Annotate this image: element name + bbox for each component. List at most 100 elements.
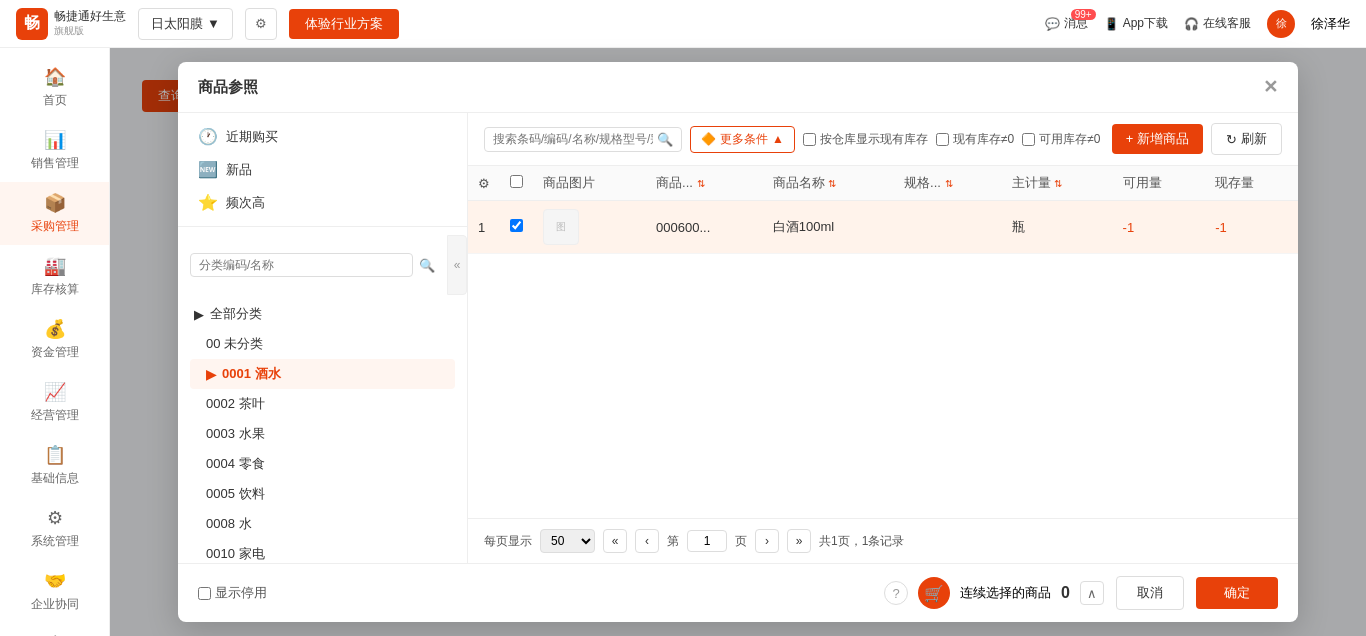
confirm-button[interactable]: 确定 bbox=[1196, 577, 1278, 609]
enterprise-icon: 🤝 bbox=[44, 570, 66, 592]
sidebar-label-finance: 资金管理 bbox=[31, 344, 79, 361]
sort-code-icon: ⇅ bbox=[697, 178, 705, 189]
logo-sub: 旗舰版 bbox=[54, 24, 126, 38]
disabled-check[interactable] bbox=[198, 587, 211, 600]
last-page-button[interactable]: » bbox=[787, 529, 811, 553]
row-name: 白酒100ml bbox=[763, 201, 894, 254]
row-code: 000600... bbox=[646, 201, 763, 254]
category-0005[interactable]: 0005 饮料 bbox=[190, 479, 455, 509]
search-icon[interactable]: 🔍 bbox=[657, 132, 673, 147]
data-table: ⚙ 商品图片 商品... ⇅ 商品名称 bbox=[468, 166, 1298, 518]
sidebar-label-basics: 基础信息 bbox=[31, 470, 79, 487]
sidebar-item-guide[interactable]: 🎓 新手引导 bbox=[0, 623, 109, 636]
app-download-button[interactable]: 📱 App下载 bbox=[1104, 15, 1168, 32]
col-code-header[interactable]: 商品... ⇅ bbox=[646, 166, 763, 201]
available-ne-checkbox[interactable]: 可用库存≠0 bbox=[1022, 131, 1100, 148]
page-label: 第 bbox=[667, 533, 679, 550]
quick-frequent[interactable]: ⭐ 频次高 bbox=[190, 187, 455, 218]
show-disabled-checkbox[interactable]: 显示停用 bbox=[198, 584, 267, 602]
row-available: -1 bbox=[1113, 201, 1206, 254]
chevron-up-icon: ∧ bbox=[1087, 586, 1097, 601]
sidebar-item-finance[interactable]: 💰 资金管理 bbox=[0, 308, 109, 371]
sidebar-label-sales: 销售管理 bbox=[31, 155, 79, 172]
cancel-button[interactable]: 取消 bbox=[1116, 576, 1184, 610]
table-row[interactable]: 1 图 000600... 白酒100ml 瓶 bbox=[468, 201, 1298, 254]
warehouse-stock-checkbox[interactable]: 按仓库显示现有库存 bbox=[803, 131, 928, 148]
more-filter-button[interactable]: 🔶 更多条件 ▲ bbox=[690, 126, 795, 153]
quick-recent-purchase[interactable]: 🕐 近期购买 bbox=[190, 121, 455, 152]
next-page-button[interactable]: › bbox=[755, 529, 779, 553]
select-all-checkbox[interactable] bbox=[510, 175, 523, 188]
category-0004[interactable]: 0004 零食 bbox=[190, 449, 455, 479]
row-image: 图 bbox=[533, 201, 646, 254]
gear-button[interactable]: ⚙ bbox=[245, 8, 277, 40]
category-all[interactable]: ▶ 全部分类 bbox=[190, 299, 455, 329]
sidebar-item-basics[interactable]: 📋 基础信息 bbox=[0, 434, 109, 497]
add-product-button[interactable]: + 新增商品 bbox=[1112, 124, 1203, 154]
filter-icon: 🔶 bbox=[701, 132, 716, 146]
col-name-header[interactable]: 商品名称 ⇅ bbox=[763, 166, 894, 201]
stock-ne-checkbox[interactable]: 现有库存≠0 bbox=[936, 131, 1014, 148]
category-0003[interactable]: 0003 水果 bbox=[190, 419, 455, 449]
home-icon: 🏠 bbox=[44, 66, 66, 88]
category-00-label: 00 未分类 bbox=[206, 335, 263, 353]
refresh-icon: ↻ bbox=[1226, 132, 1237, 147]
prev-page-button[interactable]: ‹ bbox=[635, 529, 659, 553]
page-number-input[interactable] bbox=[687, 530, 727, 552]
row-select-checkbox[interactable] bbox=[510, 219, 523, 232]
warehouse-name: 日太阳膜 bbox=[151, 15, 203, 33]
category-0010[interactable]: 0010 家电 bbox=[190, 539, 455, 563]
category-0001[interactable]: ▶ 0001 酒水 bbox=[190, 359, 455, 389]
close-button[interactable]: ✕ bbox=[1263, 76, 1278, 98]
sort-name-icon: ⇅ bbox=[828, 178, 836, 189]
col-unit-header[interactable]: 主计量 ⇅ bbox=[1002, 166, 1113, 201]
operations-icon: 📈 bbox=[44, 381, 66, 403]
sidebar-item-sales[interactable]: 📊 销售管理 bbox=[0, 119, 109, 182]
help-button[interactable]: ? bbox=[884, 581, 908, 605]
online-service-button[interactable]: 🎧 在线客服 bbox=[1184, 15, 1251, 32]
cart-icon-symbol: 🛒 bbox=[924, 584, 944, 603]
total-info: 共1页，1条记录 bbox=[819, 533, 904, 550]
warehouse-stock-check[interactable] bbox=[803, 133, 816, 146]
messages-button[interactable]: 💬 消息 99+ bbox=[1045, 15, 1088, 32]
product-search-input[interactable] bbox=[493, 132, 653, 146]
row-spec bbox=[894, 201, 1002, 254]
modal-overlay: 商品参照 ✕ 🕐 近期购买 🆕 bbox=[110, 48, 1366, 636]
refresh-button[interactable]: ↻ 刷新 bbox=[1211, 123, 1282, 155]
category-00[interactable]: 00 未分类 bbox=[190, 329, 455, 359]
sidebar-item-enterprise[interactable]: 🤝 企业协同 bbox=[0, 560, 109, 623]
sidebar-item-home[interactable]: 🏠 首页 bbox=[0, 56, 109, 119]
sidebar: 🏠 首页 📊 销售管理 📦 采购管理 🏭 库存核算 💰 资金管理 📈 经营管理 … bbox=[0, 48, 110, 636]
collapse-panel-button[interactable]: « bbox=[447, 235, 467, 295]
sidebar-item-inventory[interactable]: 🏭 库存核算 bbox=[0, 245, 109, 308]
dialog-header: 商品参照 ✕ bbox=[178, 62, 1298, 113]
product-thumbnail: 图 bbox=[543, 209, 579, 245]
settings-icon[interactable]: ⚙ bbox=[478, 176, 490, 191]
sidebar-label-home: 首页 bbox=[43, 92, 67, 109]
quick-new-products[interactable]: 🆕 新品 bbox=[190, 154, 455, 185]
cart-button[interactable]: 🛒 bbox=[918, 577, 950, 609]
gear-icon: ⚙ bbox=[255, 16, 267, 31]
sidebar-item-system[interactable]: ⚙ 系统管理 bbox=[0, 497, 109, 560]
app-download-label: App下载 bbox=[1123, 15, 1168, 32]
sidebar-item-operations[interactable]: 📈 经营管理 bbox=[0, 371, 109, 434]
search-icon[interactable]: 🔍 bbox=[419, 258, 435, 273]
collapse-cart-button[interactable]: ∧ bbox=[1080, 581, 1104, 605]
first-page-button[interactable]: « bbox=[603, 529, 627, 553]
sidebar-item-purchase[interactable]: 📦 采购管理 bbox=[0, 182, 109, 245]
trial-button[interactable]: 体验行业方案 bbox=[289, 9, 399, 39]
page-size-select[interactable]: 50 10 20 100 bbox=[540, 529, 595, 553]
content-area: 查询 设置 刷新 商品参照 ✕ bbox=[110, 48, 1366, 636]
category-0008[interactable]: 0008 水 bbox=[190, 509, 455, 539]
avatar[interactable]: 徐 bbox=[1267, 10, 1295, 38]
row-stock: -1 bbox=[1205, 201, 1298, 254]
col-spec-header[interactable]: 规格... ⇅ bbox=[894, 166, 1002, 201]
question-icon: ? bbox=[892, 586, 899, 601]
stock-ne-check[interactable] bbox=[936, 133, 949, 146]
category-0002[interactable]: 0002 茶叶 bbox=[190, 389, 455, 419]
category-search-input[interactable] bbox=[190, 253, 413, 277]
search-box: 🔍 bbox=[484, 127, 682, 152]
available-ne-check[interactable] bbox=[1022, 133, 1035, 146]
category-0008-label: 0008 水 bbox=[206, 515, 252, 533]
warehouse-selector[interactable]: 日太阳膜 ▼ bbox=[138, 8, 233, 40]
